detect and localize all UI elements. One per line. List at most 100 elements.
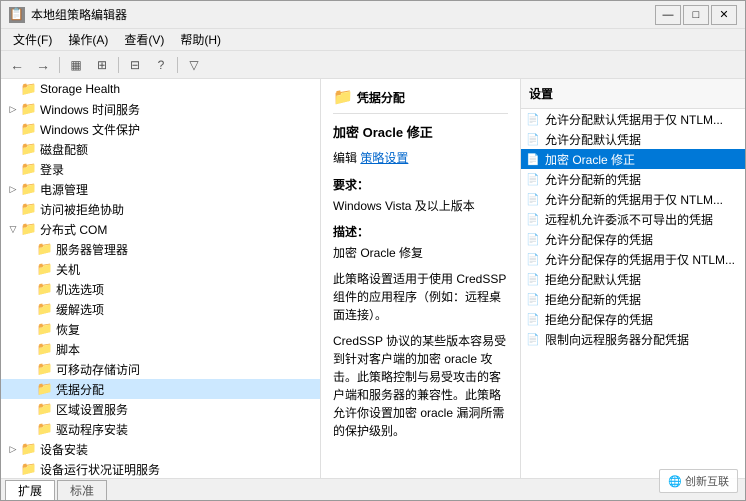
folder-icon: 📁 <box>21 441 37 457</box>
expander-mitigation[interactable] <box>21 301 37 317</box>
minimize-button[interactable]: — <box>655 5 681 25</box>
detail-text: 此策略设置适用于使用 CredSSP 组件的应用程序（例如：远程桌面连接）。 <box>333 270 508 324</box>
policy-icon-2: 📄 <box>525 151 541 167</box>
tree-item-power[interactable]: ▷ 📁 电源管理 <box>1 179 320 199</box>
tree-item-dcom[interactable]: ▽ 📁 分布式 COM <box>1 219 320 239</box>
right-item-7[interactable]: 📄允许分配保存的凭据用于仅 NTLM... <box>521 249 745 269</box>
separator-3 <box>177 57 178 73</box>
right-header: 设置 <box>521 79 745 109</box>
tree-item-access-denied[interactable]: 📁 访问被拒绝协助 <box>1 199 320 219</box>
right-item-1[interactable]: 📄允许分配默认凭据 <box>521 129 745 149</box>
right-item-2[interactable]: 📄加密 Oracle 修正 <box>521 149 745 169</box>
right-item-3[interactable]: 📄允许分配新的凭据 <box>521 169 745 189</box>
expander-machine[interactable] <box>21 281 37 297</box>
policy-label-3: 允许分配新的凭据 <box>545 171 641 188</box>
strategy-link[interactable]: 策略设置 <box>360 151 408 165</box>
policy-icon-3: 📄 <box>525 171 541 187</box>
separator-2 <box>118 57 119 73</box>
folder-icon: 📁 <box>37 421 53 437</box>
tree-item-server-manager[interactable]: 📁 服务器管理器 <box>1 239 320 259</box>
right-item-6[interactable]: 📄允许分配保存的凭据 <box>521 229 745 249</box>
tree-item-recovery[interactable]: 📁 恢复 <box>1 319 320 339</box>
tree-item-device-health[interactable]: 📁 设备运行状况证明服务 <box>1 459 320 478</box>
expander-recovery[interactable] <box>21 321 37 337</box>
expander-device[interactable]: ▷ <box>5 441 21 457</box>
back-button[interactable]: ← <box>5 54 29 76</box>
menu-help[interactable]: 帮助(H) <box>172 29 229 50</box>
watermark: 🌐 创新互联 <box>659 469 738 493</box>
tree-item-disk-quota[interactable]: 📁 磁盘配额 <box>1 139 320 159</box>
tree-item-locale[interactable]: 📁 区域设置服务 <box>1 399 320 419</box>
right-item-8[interactable]: 📄拒绝分配默认凭据 <box>521 269 745 289</box>
tree-pane: 📁 Storage Health ▷ 📁 Windows 时间服务 📁 Wind… <box>1 79 321 478</box>
expander-locale[interactable] <box>21 401 37 417</box>
tree-item-mitigation[interactable]: 📁 缓解选项 <box>1 299 320 319</box>
tab-extended[interactable]: 扩展 <box>5 480 55 500</box>
right-item-0[interactable]: 📄允许分配默认凭据用于仅 NTLM... <box>521 109 745 129</box>
folder-icon: 📁 <box>21 461 37 477</box>
expander-scripts[interactable] <box>21 341 37 357</box>
folder-icon: 📁 <box>37 361 53 377</box>
menu-action[interactable]: 操作(A) <box>60 29 116 50</box>
expander-time[interactable]: ▷ <box>5 101 21 117</box>
properties-button[interactable]: ⊟ <box>123 54 147 76</box>
tree-item-storage-health[interactable]: 📁 Storage Health <box>1 79 320 99</box>
tree-item-machine-options[interactable]: 📁 机选选项 <box>1 279 320 299</box>
filter-button[interactable]: ▽ <box>182 54 206 76</box>
middle-header-label: 凭据分配 <box>357 89 405 106</box>
expander-login[interactable] <box>5 161 21 177</box>
policy-icon-1: 📄 <box>525 131 541 147</box>
main-window: 📋 本地组策略编辑器 — □ ✕ 文件(F) 操作(A) 查看(V) 帮助(H)… <box>0 0 746 501</box>
edit-label: 编辑 <box>333 151 357 165</box>
maximize-button[interactable]: □ <box>683 5 709 25</box>
folder-icon: 📁 <box>21 181 37 197</box>
expander-storage[interactable] <box>5 81 21 97</box>
folder-icon: 📁 <box>21 141 37 157</box>
menu-file[interactable]: 文件(F) <box>5 29 60 50</box>
toolbar: ← → ▦ ⊞ ⊟ ? ▽ <box>1 51 745 79</box>
expander-credentials[interactable] <box>21 381 37 397</box>
folder-icon: 📁 <box>37 261 53 277</box>
new-window-button[interactable]: ⊞ <box>90 54 114 76</box>
right-item-9[interactable]: 📄拒绝分配新的凭据 <box>521 289 745 309</box>
right-item-5[interactable]: 📄远程机允许委派不可导出的凭据 <box>521 209 745 229</box>
expander-access[interactable] <box>5 201 21 217</box>
expander-dcom[interactable]: ▽ <box>5 221 21 237</box>
tree-item-login[interactable]: 📁 登录 <box>1 159 320 179</box>
policy-label-6: 允许分配保存的凭据 <box>545 231 653 248</box>
expander-server[interactable] <box>21 241 37 257</box>
expander-file[interactable] <box>5 121 21 137</box>
policy-icon-11: 📄 <box>525 331 541 347</box>
tree-item-file-protection[interactable]: 📁 Windows 文件保护 <box>1 119 320 139</box>
policy-label-2: 加密 Oracle 修正 <box>545 151 635 168</box>
right-pane: 设置 📄允许分配默认凭据用于仅 NTLM...📄允许分配默认凭据📄加密 Orac… <box>521 79 745 478</box>
tree-item-time-service[interactable]: ▷ 📁 Windows 时间服务 <box>1 99 320 119</box>
edit-link-row: 编辑 策略设置 <box>333 149 508 166</box>
forward-button[interactable]: → <box>31 54 55 76</box>
menu-view[interactable]: 查看(V) <box>116 29 172 50</box>
expander-driver[interactable] <box>21 421 37 437</box>
expander-device-health[interactable] <box>5 461 21 477</box>
expander-disk[interactable] <box>5 141 21 157</box>
tree-item-scripts[interactable]: 📁 脚本 <box>1 339 320 359</box>
right-item-10[interactable]: 📄拒绝分配保存的凭据 <box>521 309 745 329</box>
right-item-11[interactable]: 📄限制向远程服务器分配凭据 <box>521 329 745 349</box>
expander-shutdown[interactable] <box>21 261 37 277</box>
tab-standard[interactable]: 标准 <box>57 480 107 500</box>
tree-item-shutdown[interactable]: 📁 关机 <box>1 259 320 279</box>
help-button[interactable]: ? <box>149 54 173 76</box>
right-item-4[interactable]: 📄允许分配新的凭据用于仅 NTLM... <box>521 189 745 209</box>
expander-power[interactable]: ▷ <box>5 181 21 197</box>
folder-icon: 📁 <box>37 401 53 417</box>
close-button[interactable]: ✕ <box>711 5 737 25</box>
middle-pane: 📁 凭据分配 加密 Oracle 修正 编辑 策略设置 要求： Windows … <box>321 79 521 478</box>
expander-removable[interactable] <box>21 361 37 377</box>
policy-icon-4: 📄 <box>525 191 541 207</box>
tree-item-removable[interactable]: 📁 可移动存储访问 <box>1 359 320 379</box>
policy-label-10: 拒绝分配保存的凭据 <box>545 311 653 328</box>
policy-icon-9: 📄 <box>525 291 541 307</box>
tree-item-credentials[interactable]: 📁 凭据分配 <box>1 379 320 399</box>
show-hide-button[interactable]: ▦ <box>64 54 88 76</box>
tree-item-driver-install[interactable]: 📁 驱动程序安装 <box>1 419 320 439</box>
tree-item-device-install[interactable]: ▷ 📁 设备安装 <box>1 439 320 459</box>
